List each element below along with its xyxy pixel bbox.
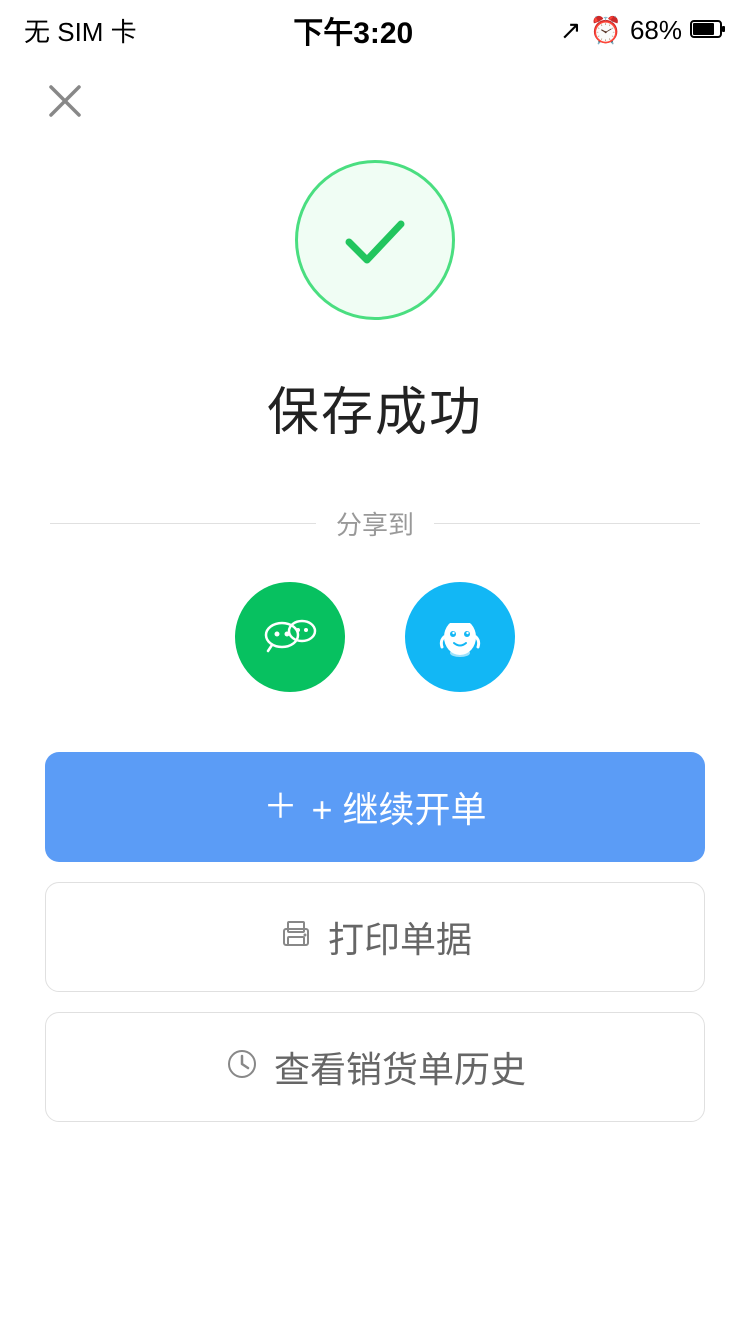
print-icon bbox=[278, 916, 314, 958]
share-icons bbox=[235, 582, 515, 692]
share-label: 分享到 bbox=[316, 505, 434, 542]
alarm-icon: ⏰ bbox=[590, 15, 622, 46]
action-buttons: ＋ + 继续开单 打印单据 查看销货单历史 bbox=[45, 752, 705, 1122]
print-label: 打印单据 bbox=[328, 911, 472, 963]
divider-line-left bbox=[50, 523, 316, 524]
battery-icon bbox=[690, 15, 726, 46]
location-icon: ↗ bbox=[560, 15, 582, 46]
qq-share-button[interactable] bbox=[405, 582, 515, 692]
share-divider: 分享到 bbox=[0, 505, 750, 542]
main-content: 保存成功 分享到 bbox=[0, 60, 750, 1122]
status-bar: 无 SIM 卡 下午3:20 ↗ ⏰ 68% bbox=[0, 0, 750, 60]
carrier-text: 无 SIM 卡 bbox=[24, 12, 137, 49]
history-button[interactable]: 查看销货单历史 bbox=[45, 1012, 705, 1122]
status-left: 无 SIM 卡 bbox=[24, 12, 147, 49]
continue-button[interactable]: ＋ + 继续开单 bbox=[45, 752, 705, 862]
success-title: 保存成功 bbox=[267, 370, 483, 445]
divider-line-right bbox=[434, 523, 700, 524]
share-section: 分享到 bbox=[0, 505, 750, 692]
print-button[interactable]: 打印单据 bbox=[45, 882, 705, 992]
close-button[interactable] bbox=[40, 76, 90, 126]
wechat-share-button[interactable] bbox=[235, 582, 345, 692]
battery-text: 68% bbox=[630, 15, 682, 46]
success-circle bbox=[295, 160, 455, 320]
history-icon bbox=[224, 1046, 260, 1088]
history-label: 查看销货单历史 bbox=[274, 1041, 526, 1093]
plus-icon: ＋ bbox=[263, 790, 297, 824]
status-time: 下午3:20 bbox=[293, 8, 413, 52]
status-right: ↗ ⏰ 68% bbox=[560, 15, 726, 46]
continue-label: + 继续开单 bbox=[311, 781, 486, 833]
